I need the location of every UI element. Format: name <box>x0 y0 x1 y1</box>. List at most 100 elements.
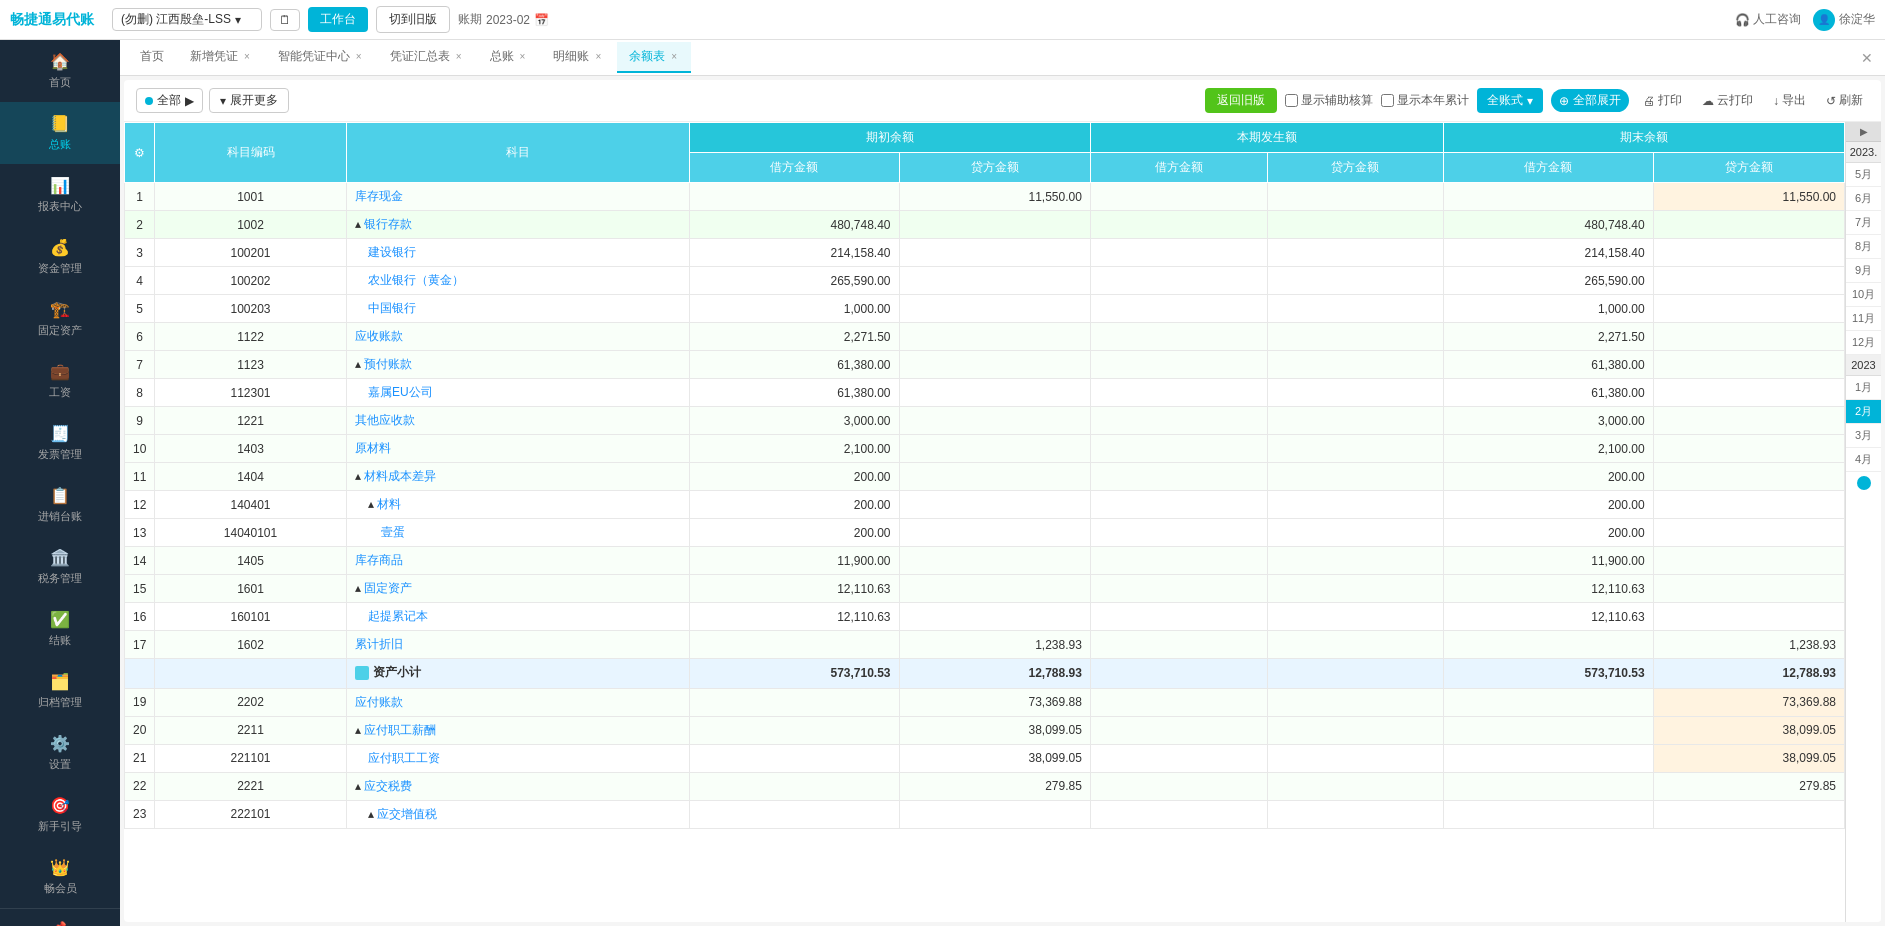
sidebar-unpin-btn[interactable]: 📌 取消固定 <box>0 909 120 926</box>
month-6[interactable]: 6月 <box>1846 187 1881 211</box>
cell-name[interactable]: ▴ 应交税费 <box>346 772 689 800</box>
sidebar-item-purchase[interactable]: 📋 进销台账 <box>0 474 120 536</box>
expand-all-toggle[interactable]: ⊕ 全部展开 <box>1551 89 1629 112</box>
cloud-print-btn[interactable]: ☁ 云打印 <box>1696 89 1759 112</box>
year-label-2023b[interactable]: 2023 <box>1846 355 1881 376</box>
circle-btn[interactable] <box>1846 472 1881 494</box>
cell-name[interactable]: 应付职工工资 <box>346 744 689 772</box>
sidebar-item-ledger[interactable]: 📒 总账 <box>0 102 120 164</box>
tab-new-voucher-close[interactable]: × <box>242 51 252 62</box>
export-icon: ↓ <box>1773 94 1779 108</box>
export-btn[interactable]: ↓ 导出 <box>1767 89 1812 112</box>
cell-name[interactable]: ▴ 应交增值税 <box>346 800 689 828</box>
month-1[interactable]: 1月 <box>1846 376 1881 400</box>
sidebar-item-reports[interactable]: 📊 报表中心 <box>0 164 120 226</box>
filter-all-btn[interactable]: 全部 ▶ <box>136 88 203 113</box>
table-wrap[interactable]: ⚙ 科目编码 科目 期初余额 本期发生额 期末余额 借方金额 贷方金额 借方金额 <box>124 122 1845 922</box>
tab-smart-voucher[interactable]: 智能凭证中心 × <box>266 42 376 73</box>
chk-assist-label[interactable]: 显示辅助核算 <box>1285 92 1373 109</box>
cell-name[interactable]: 应付账款 <box>346 688 689 716</box>
tab-voucher-summary[interactable]: 凭证汇总表 × <box>378 42 476 73</box>
chk-assist[interactable] <box>1285 94 1298 107</box>
month-7[interactable]: 7月 <box>1846 211 1881 235</box>
workbench-btn[interactable]: 工作台 <box>308 7 368 32</box>
tab-detail-ledger-close[interactable]: × <box>593 51 603 62</box>
panel-collapse-btn[interactable]: ▶ <box>1846 122 1881 142</box>
year-label-2023a[interactable]: 2023. <box>1846 142 1881 163</box>
month-9[interactable]: 9月 <box>1846 259 1881 283</box>
cell-name[interactable]: 累计折旧 <box>346 631 689 659</box>
cell-name[interactable]: ▴ 材料成本差异 <box>346 463 689 491</box>
cell-end-debit: 480,748.40 <box>1444 211 1653 239</box>
expand-more-btn[interactable]: ▾ 展开更多 <box>209 88 289 113</box>
company-label: (勿删) 江西殷垒-LSS <box>121 11 231 28</box>
cell-code: 221101 <box>155 744 346 772</box>
sidebar-label-archive: 归档管理 <box>38 695 82 710</box>
print-btn[interactable]: 🖨 打印 <box>1637 89 1688 112</box>
cell-name[interactable]: ▴ 材料 <box>346 491 689 519</box>
expand-label: 展开更多 <box>230 92 278 109</box>
cell-end-debit: 12,110.63 <box>1444 575 1653 603</box>
cell-name[interactable]: ▴ 应付职工薪酬 <box>346 716 689 744</box>
sidebar-item-archive[interactable]: 🗂️ 归档管理 <box>0 660 120 722</box>
sidebar-item-funds[interactable]: 💰 资金管理 <box>0 226 120 288</box>
cell-name[interactable]: 原材料 <box>346 435 689 463</box>
tab-balance[interactable]: 余额表 × <box>617 42 691 73</box>
tab-voucher-summary-close[interactable]: × <box>454 51 464 62</box>
cell-name[interactable]: 壹蛋 <box>346 519 689 547</box>
user-info[interactable]: 👤 徐淀华 <box>1813 9 1875 31</box>
cell-name[interactable]: 应收账款 <box>346 323 689 351</box>
cell-name[interactable]: 嘉属EU公司 <box>346 379 689 407</box>
cell-code: 1123 <box>155 351 346 379</box>
month-8[interactable]: 8月 <box>1846 235 1881 259</box>
cell-cur-debit <box>1090 800 1267 828</box>
sidebar-item-settings[interactable]: ⚙️ 设置 <box>0 722 120 784</box>
tab-detail-ledger[interactable]: 明细账 × <box>541 42 615 73</box>
cell-name[interactable]: 中国银行 <box>346 295 689 323</box>
sidebar-item-guide[interactable]: 🎯 新手引导 <box>0 784 120 846</box>
cell-name[interactable]: 其他应收款 <box>346 407 689 435</box>
sidebar-item-payroll[interactable]: 💼 工资 <box>0 350 120 412</box>
sidebar-item-member[interactable]: 👑 畅会员 <box>0 846 120 908</box>
tab-home[interactable]: 首页 <box>128 42 176 73</box>
sidebar-item-close[interactable]: ✅ 结账 <box>0 598 120 660</box>
period-value[interactable]: 2023-02 <box>486 13 530 27</box>
month-5[interactable]: 5月 <box>1846 163 1881 187</box>
switch-version-btn[interactable]: 切到旧版 <box>376 6 450 33</box>
help-link[interactable]: 🎧 人工咨询 <box>1735 11 1801 28</box>
cell-name[interactable]: 库存现金 <box>346 183 689 211</box>
month-10[interactable]: 10月 <box>1846 283 1881 307</box>
month-3[interactable]: 3月 <box>1846 424 1881 448</box>
sidebar-item-assets[interactable]: 🏗️ 固定资产 <box>0 288 120 350</box>
close-all-tabs[interactable]: ✕ <box>1857 46 1877 70</box>
cell-name[interactable]: ▴ 预付账款 <box>346 351 689 379</box>
tab-new-voucher[interactable]: 新增凭证 × <box>178 42 264 73</box>
chk-yearly-label[interactable]: 显示本年累计 <box>1381 92 1469 109</box>
sidebar-item-invoices[interactable]: 🧾 发票管理 <box>0 412 120 474</box>
cell-no: 12 <box>125 491 155 519</box>
tab-smart-voucher-label: 智能凭证中心 <box>278 48 350 65</box>
tab-smart-voucher-close[interactable]: × <box>354 51 364 62</box>
chk-yearly[interactable] <box>1381 94 1394 107</box>
tab-general-ledger[interactable]: 总账 × <box>478 42 540 73</box>
calendar-icon[interactable]: 📅 <box>534 13 549 27</box>
cell-name[interactable]: 库存商品 <box>346 547 689 575</box>
sidebar-item-tax[interactable]: 🏛️ 税务管理 <box>0 536 120 598</box>
cell-name[interactable]: 建设银行 <box>346 239 689 267</box>
month-11[interactable]: 11月 <box>1846 307 1881 331</box>
company-selector[interactable]: (勿删) 江西殷垒-LSS ▾ <box>112 8 262 31</box>
tab-general-ledger-close[interactable]: × <box>518 51 528 62</box>
cell-name[interactable]: 农业银行（黄金） <box>346 267 689 295</box>
cell-name[interactable]: 起提累记本 <box>346 603 689 631</box>
format-btn[interactable]: 全账式 ▾ <box>1477 88 1543 113</box>
sidebar-item-home[interactable]: 🏠 首页 <box>0 40 120 102</box>
tab-balance-close[interactable]: × <box>669 51 679 62</box>
copy-btn[interactable]: 🗒 <box>270 9 300 31</box>
return-old-btn[interactable]: 返回旧版 <box>1205 88 1277 113</box>
cell-name[interactable]: ▴ 银行存款 <box>346 211 689 239</box>
cell-name[interactable]: ▴ 固定资产 <box>346 575 689 603</box>
month-4[interactable]: 4月 <box>1846 448 1881 472</box>
month-2[interactable]: 2月 <box>1846 400 1881 424</box>
refresh-btn[interactable]: ↺ 刷新 <box>1820 89 1869 112</box>
month-12[interactable]: 12月 <box>1846 331 1881 355</box>
